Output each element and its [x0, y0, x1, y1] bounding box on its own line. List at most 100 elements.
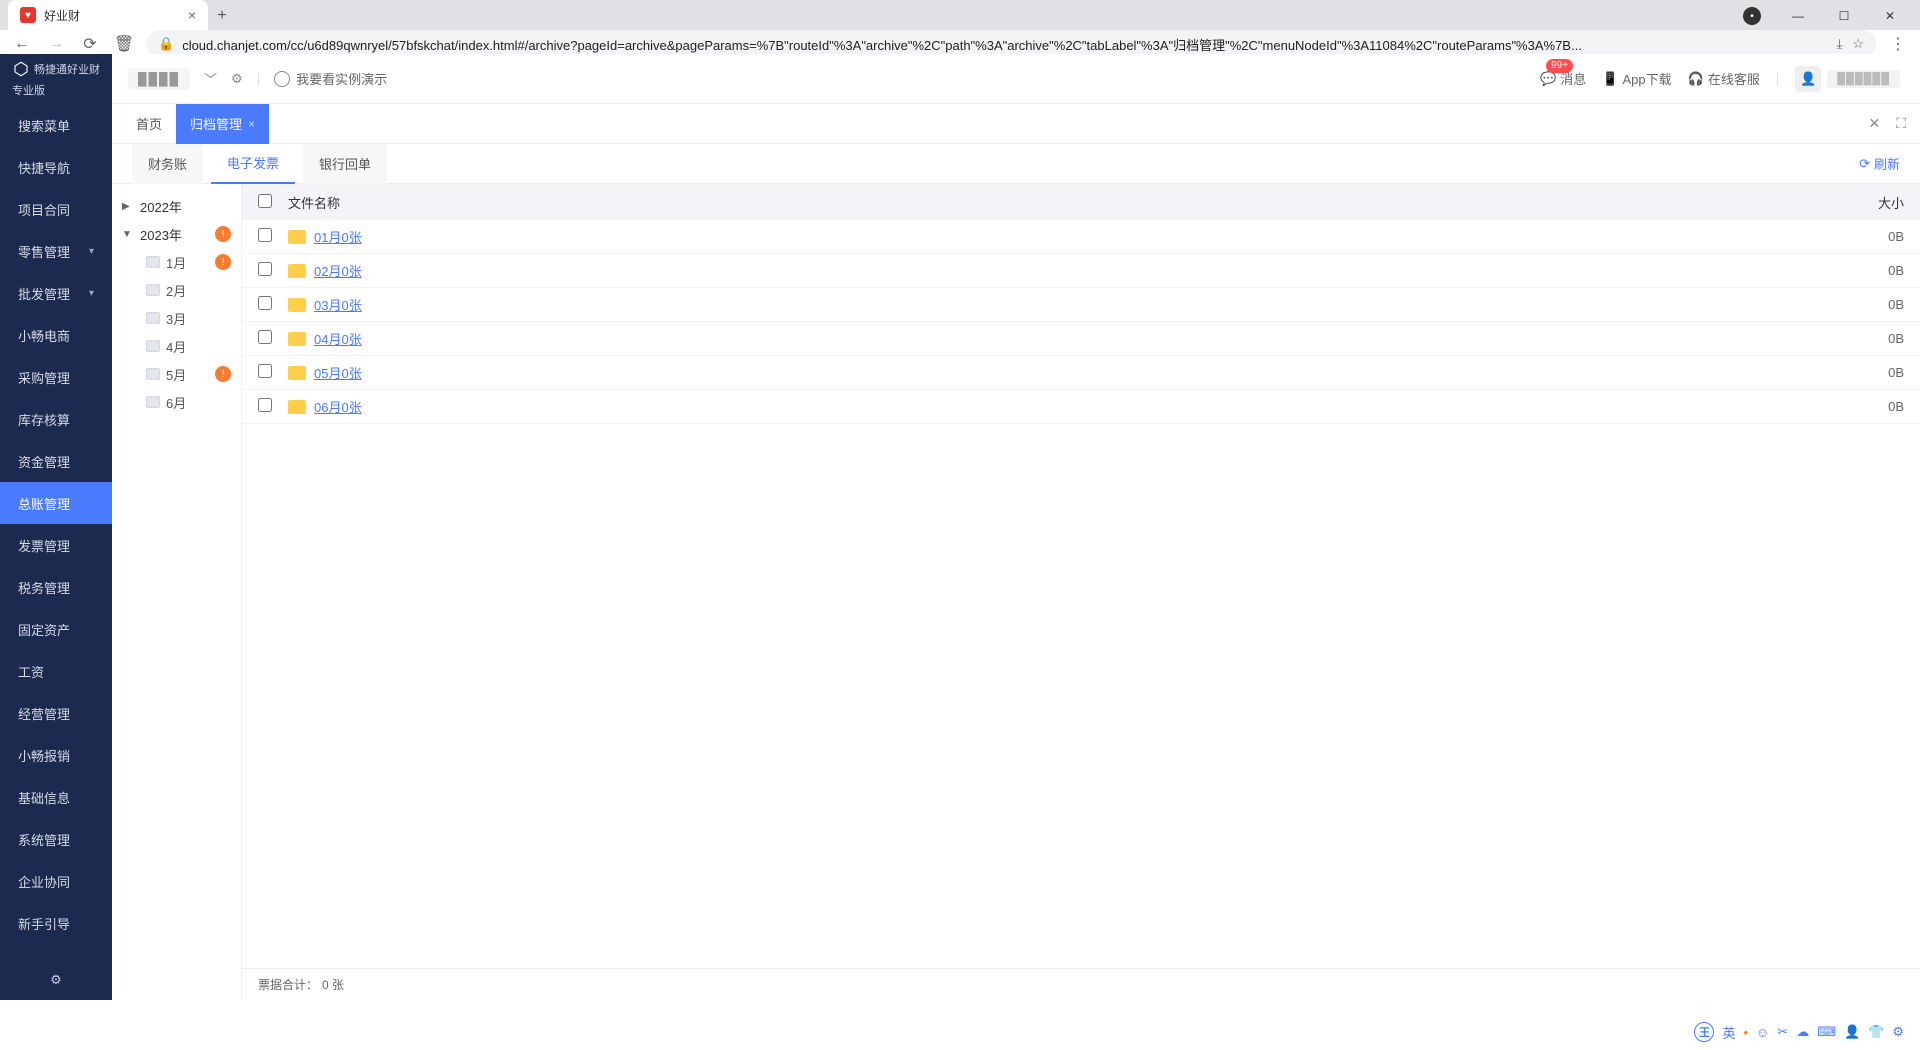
- browser-menu-icon[interactable]: ⋮: [1886, 34, 1910, 54]
- ime-cloud-icon[interactable]: ☁: [1796, 1024, 1809, 1040]
- sidebar-item-12[interactable]: 固定资产: [0, 608, 112, 650]
- sidebar-item-1[interactable]: 快捷导航: [0, 146, 112, 188]
- file-link[interactable]: 04月0张: [314, 329, 362, 348]
- tab-close-icon[interactable]: ×: [248, 117, 255, 131]
- sidebar-item-5[interactable]: 小畅电商: [0, 314, 112, 356]
- sidebar-item-4[interactable]: 批发管理▾: [0, 272, 112, 314]
- ime-emoji-icon[interactable]: ☺: [1756, 1025, 1769, 1040]
- chevron-down-icon: ▾: [89, 288, 94, 299]
- chevron-down-icon[interactable]: ﹀: [204, 69, 217, 88]
- inner-tab-bank[interactable]: 银行回单: [303, 144, 387, 184]
- new-tab-button[interactable]: +: [208, 2, 236, 30]
- select-all-checkbox[interactable]: [258, 194, 272, 208]
- sidebar-settings-icon[interactable]: ⚙: [0, 960, 112, 1000]
- sidebar-item-3[interactable]: 零售管理▾: [0, 230, 112, 272]
- table-row: 03月0张0B: [242, 288, 1920, 322]
- file-link[interactable]: 06月0张: [314, 397, 362, 416]
- ime-toolbar[interactable]: 王 英 • ☺ ✂ ☁ ⌨ 👤 👕 ⚙: [1688, 1020, 1910, 1044]
- refresh-icon: ⟳: [1859, 156, 1870, 172]
- window-minimize-button[interactable]: —: [1776, 2, 1820, 30]
- tab-close-icon[interactable]: ×: [188, 7, 196, 23]
- ime-dot-icon[interactable]: •: [1743, 1025, 1748, 1040]
- nav-forward-button[interactable]: →: [44, 35, 68, 53]
- ime-lang[interactable]: 英: [1722, 1023, 1735, 1042]
- file-size: 0B: [1844, 263, 1904, 278]
- sidebar-item-9[interactable]: 总账管理: [0, 482, 112, 524]
- sidebar-item-10[interactable]: 发票管理: [0, 524, 112, 566]
- bookmark-star-icon[interactable]: ☆: [1852, 36, 1864, 52]
- table-row: 05月0张0B: [242, 356, 1920, 390]
- inner-tab-finance[interactable]: 财务账: [132, 144, 203, 184]
- ime-shirt-icon[interactable]: 👕: [1868, 1024, 1884, 1040]
- support-button[interactable]: 🎧 在线客服: [1688, 69, 1760, 88]
- app-header: ████ ﹀ ⚙ | 我要看实例演示 💬 消息 99+ 📱 App下载 �: [112, 54, 1920, 104]
- nav-delete-icon[interactable]: 🗑: [112, 34, 136, 54]
- row-checkbox[interactable]: [258, 330, 272, 344]
- table-row: 06月0张0B: [242, 390, 1920, 424]
- sidebar-item-16[interactable]: 基础信息: [0, 776, 112, 818]
- sidebar-item-7[interactable]: 库存核算: [0, 398, 112, 440]
- ime-mode-icon[interactable]: 王: [1694, 1022, 1714, 1042]
- ime-settings-icon[interactable]: ⚙: [1892, 1024, 1904, 1040]
- row-checkbox[interactable]: [258, 228, 272, 242]
- fullscreen-icon[interactable]: ⛶: [1892, 115, 1910, 132]
- sidebar-item-13[interactable]: 工资: [0, 650, 112, 692]
- favicon-icon: ♥: [20, 7, 36, 23]
- inner-tab-einvoice[interactable]: 电子发票: [211, 144, 295, 184]
- tree-year-2023[interactable]: ▼ 2023年 !: [118, 220, 235, 248]
- footer-label: 票据合计：: [258, 976, 318, 993]
- row-checkbox[interactable]: [258, 296, 272, 310]
- avatar-icon: 👤: [1795, 66, 1821, 92]
- row-checkbox[interactable]: [258, 262, 272, 276]
- headset-icon: 🎧: [1688, 71, 1704, 87]
- gear-icon[interactable]: ⚙: [231, 71, 243, 87]
- sidebar-item-6[interactable]: 采购管理: [0, 356, 112, 398]
- chevron-down-icon: ▾: [89, 246, 94, 257]
- logo-icon: [12, 60, 30, 78]
- file-link[interactable]: 05月0张: [314, 363, 362, 382]
- file-link[interactable]: 02月0张: [314, 261, 362, 280]
- logo-edition: 专业版: [6, 82, 45, 98]
- window-close-button[interactable]: ✕: [1868, 2, 1912, 30]
- caret-down-icon: ▼: [122, 229, 134, 240]
- sidebar-item-2[interactable]: 项目合同: [0, 188, 112, 230]
- ime-keyboard-icon[interactable]: ⌨: [1817, 1024, 1836, 1040]
- tree-month-4[interactable]: 4月: [142, 332, 235, 360]
- sidebar-item-18[interactable]: 企业协同: [0, 860, 112, 902]
- refresh-button[interactable]: ⟳ 刷新: [1859, 154, 1900, 173]
- ime-scissors-icon[interactable]: ✂: [1777, 1024, 1788, 1040]
- install-app-icon[interactable]: ⤓: [1837, 36, 1843, 52]
- tree-month-3[interactable]: 3月: [142, 304, 235, 332]
- ime-person-icon[interactable]: 👤: [1844, 1024, 1860, 1040]
- row-checkbox[interactable]: [258, 398, 272, 412]
- nav-reload-button[interactable]: ⟳: [78, 34, 102, 54]
- file-link[interactable]: 01月0张: [314, 227, 362, 246]
- tab-home[interactable]: 首页: [122, 104, 176, 144]
- sidebar-item-17[interactable]: 系统管理: [0, 818, 112, 860]
- browser-tab[interactable]: ♥ 好业财 ×: [8, 0, 208, 30]
- messages-button[interactable]: 💬 消息 99+: [1540, 69, 1586, 88]
- sidebar-item-0[interactable]: 搜索菜单: [0, 104, 112, 146]
- sidebar-item-14[interactable]: 经营管理: [0, 692, 112, 734]
- tree-month-1[interactable]: 1月!: [142, 248, 235, 276]
- tree-month-2[interactable]: 2月: [142, 276, 235, 304]
- app-download-button[interactable]: 📱 App下载: [1602, 69, 1671, 88]
- user-menu[interactable]: 👤 ██████: [1795, 66, 1900, 92]
- row-checkbox[interactable]: [258, 364, 272, 378]
- window-maximize-button[interactable]: ☐: [1822, 2, 1866, 30]
- org-selector[interactable]: ████: [128, 68, 190, 90]
- account-dot-icon[interactable]: •: [1730, 2, 1774, 30]
- tree-year-2022[interactable]: ▶ 2022年: [118, 192, 235, 220]
- nav-back-button[interactable]: ←: [10, 35, 34, 53]
- footer-value: 0 张: [322, 976, 344, 993]
- tabs-close-all-icon[interactable]: ✕: [1864, 115, 1884, 132]
- sidebar-item-19[interactable]: 新手引导: [0, 902, 112, 944]
- tree-month-6[interactable]: 6月: [142, 388, 235, 416]
- sidebar-item-8[interactable]: 资金管理: [0, 440, 112, 482]
- tab-archive[interactable]: 归档管理 ×: [176, 104, 269, 144]
- demo-link[interactable]: 我要看实例演示: [274, 69, 387, 88]
- sidebar-item-15[interactable]: 小畅报销: [0, 734, 112, 776]
- sidebar-item-11[interactable]: 税务管理: [0, 566, 112, 608]
- tree-month-5[interactable]: 5月!: [142, 360, 235, 388]
- file-link[interactable]: 03月0张: [314, 295, 362, 314]
